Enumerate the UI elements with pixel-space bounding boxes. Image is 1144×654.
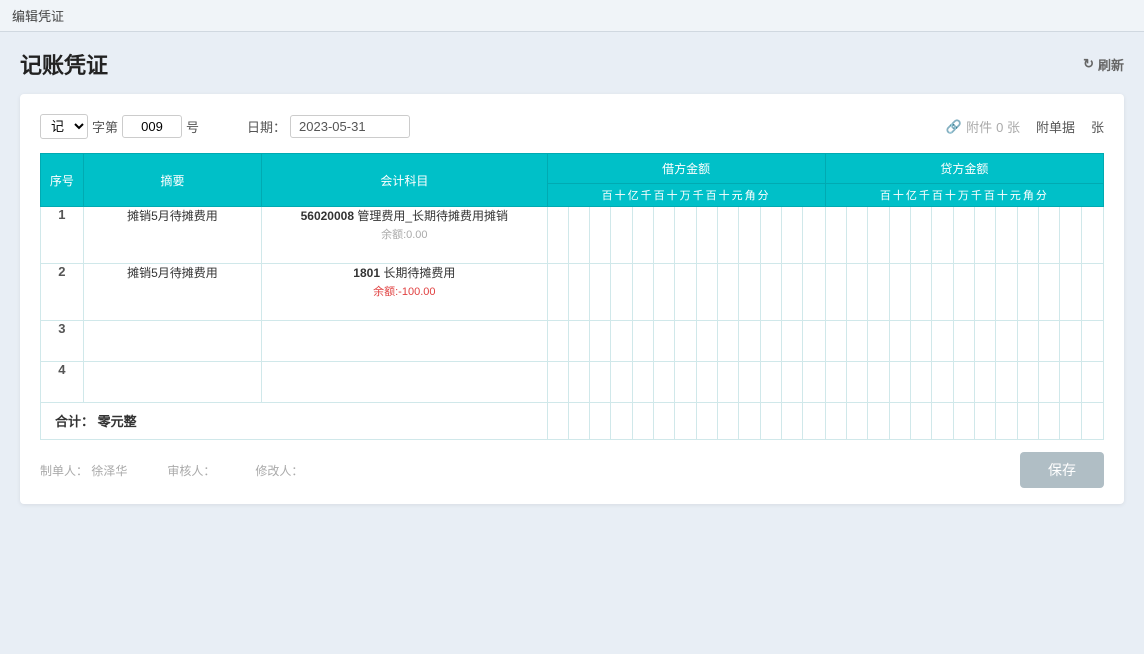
credit-digit-cell <box>847 207 868 263</box>
row-1-index: 1 <box>41 207 84 264</box>
hao-label: 号 <box>186 117 199 136</box>
attach-label: 附件 <box>966 117 992 136</box>
debit-digit-cell <box>782 207 803 263</box>
total-row: 合计： 零元整 <box>41 403 1104 440</box>
row-3-summary[interactable] <box>83 321 261 362</box>
row-4-debit[interactable] <box>547 362 825 403</box>
credit-digit-cell <box>932 207 953 263</box>
voucher-table: 序号 摘要 会计科目 借方金额 贷方金额 百十亿千百十万千百十元角分 百十亿千百… <box>40 153 1104 440</box>
row-4-credit[interactable] <box>825 362 1103 403</box>
row-4-summary[interactable] <box>83 362 261 403</box>
title-bar: 编辑凭证 <box>0 0 1144 32</box>
row-1-account[interactable]: 56020008 管理费用_长期待摊费用摊销 余额:0.00 <box>262 207 547 264</box>
debit-digit-header: 百十亿千百十万千百十元角分 <box>547 184 825 207</box>
row-2-debit[interactable] <box>547 264 825 321</box>
row-3-account[interactable] <box>262 321 547 362</box>
credit-digit-cell <box>1060 207 1081 263</box>
debit-digit-cell <box>654 207 675 263</box>
refresh-label: 刷新 <box>1098 55 1124 74</box>
title-bar-label: 编辑凭证 <box>12 9 64 24</box>
row-2-account[interactable]: 1801 长期待摊费用 余额:-100.00 <box>262 264 547 321</box>
debit-digit-cell <box>697 207 718 263</box>
debit-digit-cell <box>803 207 824 263</box>
credit-digit-cell <box>1018 207 1039 263</box>
col-header-credit: 贷方金额 <box>825 154 1103 184</box>
col-header-index: 序号 <box>41 154 84 207</box>
row-1-summary[interactable]: 摊销5月待摊费用 <box>83 207 261 264</box>
debit-digit-cell <box>569 207 590 263</box>
voucher-number-input[interactable] <box>122 115 182 138</box>
table-row: 3 <box>41 321 1104 362</box>
date-label: 日期： <box>247 117 286 136</box>
reviewer-field: 审核人： <box>167 462 215 479</box>
paperclip-icon: 🔗 <box>946 119 962 135</box>
row-4-index: 4 <box>41 362 84 403</box>
table-row: 1 摊销5月待摊费用 56020008 管理费用_长期待摊费用摊销 余额:0.0… <box>41 207 1104 264</box>
debit-digit-cell <box>590 207 611 263</box>
credit-digit-cell <box>911 207 932 263</box>
row-1-credit[interactable] <box>825 207 1103 264</box>
credit-digit-cell <box>996 207 1017 263</box>
attach-single-btn[interactable]: 附单据 <box>1036 117 1075 136</box>
col-header-account: 会计科目 <box>262 154 547 207</box>
total-value: 零元整 <box>98 414 137 429</box>
date-input[interactable] <box>290 115 410 138</box>
debit-digit-cell <box>633 207 654 263</box>
credit-digit-cell <box>1039 207 1060 263</box>
credit-digit-cell <box>826 207 847 263</box>
debit-digit-cell <box>675 207 696 263</box>
debit-digit-cell <box>611 207 632 263</box>
row-2-index: 2 <box>41 264 84 321</box>
page-title: 记账凭证 <box>20 48 108 80</box>
modifier-field: 修改人： <box>255 462 303 479</box>
credit-digit-cell <box>868 207 889 263</box>
credit-digit-cell <box>954 207 975 263</box>
debit-digit-cell <box>718 207 739 263</box>
debit-digit-cell <box>761 207 782 263</box>
creator-field: 制单人： 徐泽华 <box>40 462 127 479</box>
total-label: 合计： <box>55 414 94 429</box>
credit-digit-cell <box>890 207 911 263</box>
debit-digit-cell <box>548 207 569 263</box>
row-3-credit[interactable] <box>825 321 1103 362</box>
footer-bar: 制单人： 徐泽华 审核人： 修改人： 保存 <box>40 440 1104 488</box>
row-3-index: 3 <box>41 321 84 362</box>
attach-link[interactable]: 🔗 附件 0 张 <box>946 117 1020 136</box>
attach-count: 0 张 <box>996 117 1020 136</box>
table-row: 2 摊销5月待摊费用 1801 长期待摊费用 余额:-100.00 <box>41 264 1104 321</box>
col-header-debit: 借方金额 <box>547 154 825 184</box>
row-4-account[interactable] <box>262 362 547 403</box>
debit-digit-cell <box>739 207 760 263</box>
row-1-debit[interactable] <box>547 207 825 264</box>
table-row: 4 <box>41 362 1104 403</box>
credit-digit-cell <box>975 207 996 263</box>
refresh-icon: ↻ <box>1083 56 1094 72</box>
row-2-summary[interactable]: 摊销5月待摊费用 <box>83 264 261 321</box>
row-2-credit[interactable] <box>825 264 1103 321</box>
attach-total-label: 张 <box>1091 117 1104 136</box>
save-button[interactable]: 保存 <box>1020 452 1104 488</box>
credit-digit-cell <box>1082 207 1103 263</box>
credit-digit-header: 百十亿千百十万千百十元角分 <box>825 184 1103 207</box>
row-3-debit[interactable] <box>547 321 825 362</box>
zi-label: 字第 <box>92 117 118 136</box>
voucher-type-select[interactable]: 记 <box>40 114 88 139</box>
col-header-summary: 摘要 <box>83 154 261 207</box>
refresh-button[interactable]: ↻ 刷新 <box>1083 55 1124 74</box>
